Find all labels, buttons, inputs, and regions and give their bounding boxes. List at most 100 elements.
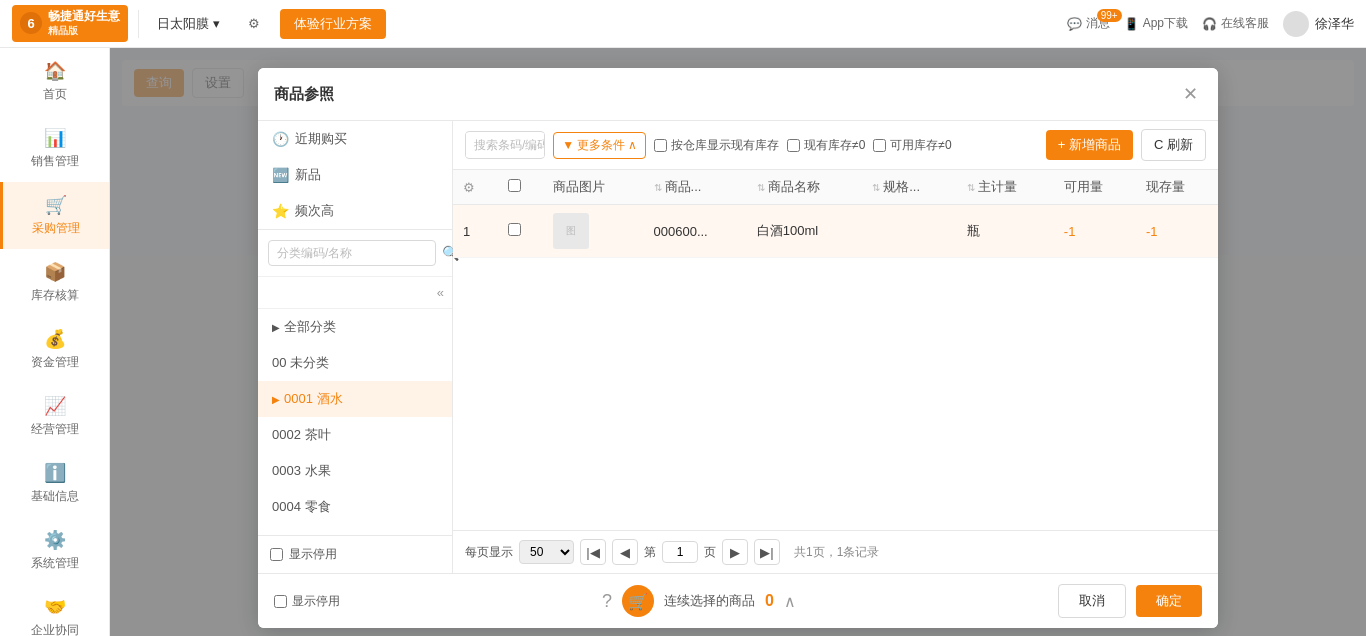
- sort-unit-icon: ⇅: [967, 182, 975, 193]
- show-disabled-label: 显示停用: [289, 546, 337, 563]
- per-page-label: 每页显示: [465, 544, 513, 561]
- filter-bar: 🔍 ▼ 更多条件 ∧ 按仓库显示现有库存 现有库存≠0: [453, 121, 1218, 170]
- table-row[interactable]: 1 图 000600... 白酒100ml 瓶 -1 -1: [453, 205, 1218, 258]
- category-list: ▶ 全部分类 00 未分类 ▶ 0001 酒水 0002 茶叶 0003 水果: [258, 309, 452, 535]
- pagination-bar: 每页显示 50 100 |◀ ◀ 第 页 ▶ ▶| 共1页，1条记录: [453, 530, 1218, 573]
- sidebar-item-finance[interactable]: 💰 资金管理: [0, 316, 109, 383]
- cat-item-0001[interactable]: ▶ 0001 酒水: [258, 381, 452, 417]
- refresh-button[interactable]: C 刷新: [1141, 129, 1206, 161]
- cat-item-all[interactable]: ▶ 全部分类: [258, 309, 452, 345]
- messages-btn[interactable]: 💬 消息 99+: [1067, 15, 1110, 32]
- stock-nonzero-checkbox[interactable]: [787, 139, 800, 152]
- quick-item-frequent[interactable]: ⭐ 频次高: [258, 193, 452, 229]
- cat-label-0002: 0002 茶叶: [272, 426, 331, 444]
- show-disabled-footer-checkbox[interactable]: [274, 595, 287, 608]
- collab-icon: 🤝: [44, 596, 66, 618]
- th-name[interactable]: ⇅商品名称: [747, 170, 862, 205]
- confirm-button[interactable]: 确定: [1136, 585, 1202, 617]
- show-disabled-footer[interactable]: 显示停用: [274, 593, 340, 610]
- checkbox-stock-nonzero[interactable]: 现有库存≠0: [787, 137, 865, 154]
- th-checkbox[interactable]: [498, 170, 544, 205]
- purchase-icon: 🛒: [45, 194, 67, 216]
- cat-item-0002[interactable]: 0002 茶叶: [258, 417, 452, 453]
- cat-item-0005[interactable]: 0005 饮料: [258, 525, 452, 535]
- sidebar-label-system: 系统管理: [31, 555, 79, 572]
- filter-more-button[interactable]: ▼ 更多条件 ∧: [553, 132, 646, 159]
- warehouse-checkbox[interactable]: [654, 139, 667, 152]
- th-spec[interactable]: ⇅规格...: [862, 170, 956, 205]
- filter-icon: ▼: [562, 138, 574, 152]
- sidebar-item-business[interactable]: 📈 经营管理: [0, 383, 109, 450]
- store-selector[interactable]: 日太阳膜 ▾: [149, 11, 228, 37]
- message-badge: 99+: [1097, 9, 1122, 22]
- app-download-btn[interactable]: 📱 App下载: [1124, 15, 1188, 32]
- product-table-wrapper: ⚙ 商品图片 ⇅商品... ⇅商品名称 ⇅规格... ⇅主计量 可用量 现存量: [453, 170, 1218, 530]
- cat-label-0003: 0003 水果: [272, 462, 331, 480]
- cat-item-0003[interactable]: 0003 水果: [258, 453, 452, 489]
- page-label: 第: [644, 544, 656, 561]
- sidebar-item-collab[interactable]: 🤝 企业协同: [0, 584, 109, 636]
- col-unit-label: 主计量: [978, 178, 1017, 196]
- sidebar-item-sales[interactable]: 📊 销售管理: [0, 115, 109, 182]
- online-service-btn[interactable]: 🎧 在线客服: [1202, 15, 1269, 32]
- cart-icon[interactable]: 🛒: [622, 585, 654, 617]
- sort-asc-icon: ⇅: [654, 182, 662, 193]
- row-unit-cell: 瓶: [957, 205, 1054, 258]
- th-code[interactable]: ⇅商品...: [644, 170, 747, 205]
- settings-icon-btn[interactable]: ⚙: [238, 8, 270, 40]
- col-stock-label: 现存量: [1146, 179, 1185, 194]
- logo-icon: 6: [20, 12, 42, 34]
- col-code-label: 商品...: [665, 178, 702, 196]
- select-all-checkbox[interactable]: [508, 179, 521, 192]
- experience-button[interactable]: 体验行业方案: [280, 9, 386, 39]
- show-disabled-checkbox[interactable]: [270, 548, 283, 561]
- page-next-button[interactable]: ▶: [722, 539, 748, 565]
- th-settings[interactable]: ⚙: [453, 170, 498, 205]
- product-search-input[interactable]: [466, 133, 545, 157]
- new-icon: 🆕: [272, 167, 289, 183]
- sidebar: 🏠 首页 📊 销售管理 🛒 采购管理 📦 库存核算 💰 资金管理 📈 经营管理 …: [0, 48, 110, 636]
- collapse-toggle[interactable]: «: [258, 277, 452, 309]
- sales-icon: 📊: [44, 127, 66, 149]
- quick-label-recent: 近期购买: [295, 130, 347, 148]
- available-nonzero-checkbox[interactable]: [873, 139, 886, 152]
- col-name-label: 商品名称: [768, 178, 820, 196]
- sort-name-icon: ⇅: [757, 182, 765, 193]
- logo: 6 畅捷通好生意 精品版: [12, 5, 128, 41]
- checkbox-warehouse[interactable]: 按仓库显示现有库存: [654, 137, 779, 154]
- row-select-checkbox[interactable]: [508, 223, 521, 236]
- page-prev-button[interactable]: ◀: [612, 539, 638, 565]
- sidebar-item-home[interactable]: 🏠 首页: [0, 48, 109, 115]
- category-search: 🔍: [258, 230, 452, 277]
- sidebar-label-sales: 销售管理: [31, 153, 79, 170]
- quick-item-recent[interactable]: 🕐 近期购买: [258, 121, 452, 157]
- page-number-input[interactable]: [662, 541, 698, 563]
- footer-collapse-icon[interactable]: ∧: [784, 592, 796, 611]
- category-panel: 🕐 近期购买 🆕 新品 ⭐ 频次高 🔍: [258, 121, 453, 573]
- table-header: ⚙ 商品图片 ⇅商品... ⇅商品名称 ⇅规格... ⇅主计量 可用量 现存量: [453, 170, 1218, 205]
- basic-icon: ℹ️: [44, 462, 66, 484]
- checkbox-available-nonzero[interactable]: 可用库存≠0: [873, 137, 951, 154]
- th-unit[interactable]: ⇅主计量: [957, 170, 1054, 205]
- modal-close-button[interactable]: ✕: [1178, 82, 1202, 106]
- expand-icon: ▶: [272, 322, 280, 333]
- row-checkbox-cell[interactable]: [498, 205, 544, 258]
- add-product-button[interactable]: + 新增商品: [1046, 130, 1133, 160]
- sidebar-item-inventory[interactable]: 📦 库存核算: [0, 249, 109, 316]
- sidebar-label-inventory: 库存核算: [31, 287, 79, 304]
- modal-header: 商品参照 ✕: [258, 68, 1218, 121]
- page-last-button[interactable]: ▶|: [754, 539, 780, 565]
- sidebar-item-system[interactable]: ⚙️ 系统管理: [0, 517, 109, 584]
- cancel-button[interactable]: 取消: [1058, 584, 1126, 618]
- cat-item-0004[interactable]: 0004 零食: [258, 489, 452, 525]
- user-avatar: [1283, 11, 1309, 37]
- sidebar-item-purchase[interactable]: 🛒 采购管理: [0, 182, 109, 249]
- page-first-button[interactable]: |◀: [580, 539, 606, 565]
- user-menu[interactable]: 徐泽华: [1283, 11, 1354, 37]
- sidebar-item-basic[interactable]: ℹ️ 基础信息: [0, 450, 109, 517]
- quick-item-new[interactable]: 🆕 新品: [258, 157, 452, 193]
- cat-item-uncategorized[interactable]: 00 未分类: [258, 345, 452, 381]
- per-page-select[interactable]: 50 100: [519, 540, 574, 564]
- help-icon[interactable]: ?: [602, 591, 612, 612]
- category-search-input[interactable]: [268, 240, 436, 266]
